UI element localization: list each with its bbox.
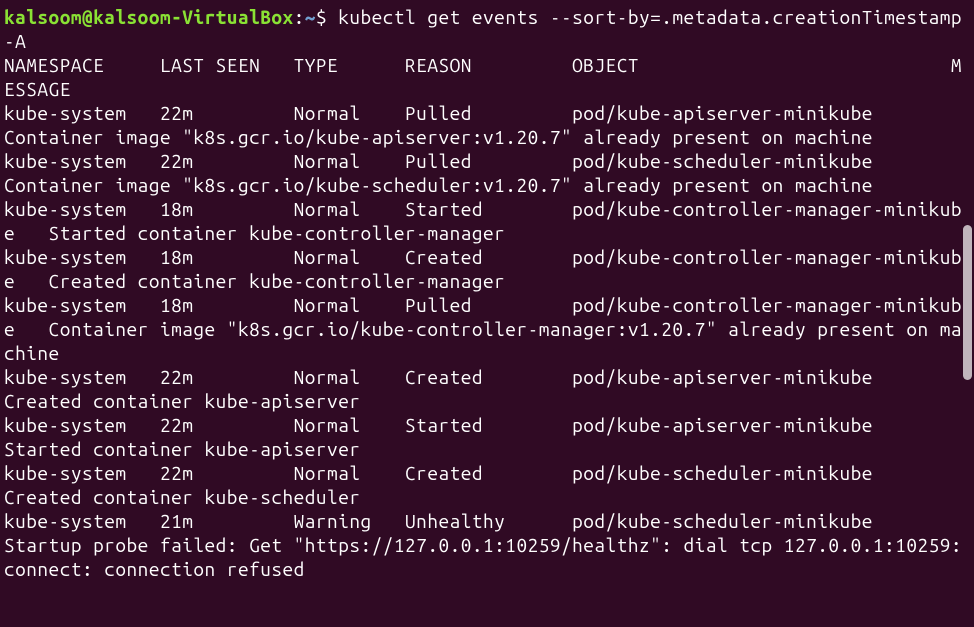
event-row: kube-system 18m Normal Started pod/kube-… bbox=[4, 198, 962, 244]
event-row: kube-system 22m Normal Created pod/kube-… bbox=[4, 462, 974, 508]
table-header: NAMESPACE LAST SEEN TYPE REASON OBJECT M… bbox=[4, 54, 962, 100]
event-row: kube-system 18m Normal Created pod/kube-… bbox=[4, 246, 962, 292]
scrollbar-thumb[interactable] bbox=[963, 225, 972, 380]
terminal-output[interactable]: kalsoom@kalsoom-VirtualBox:~$ kubectl ge… bbox=[4, 5, 970, 581]
prompt-path: ~ bbox=[305, 6, 316, 28]
prompt-host: kalsoom-VirtualBox bbox=[93, 6, 294, 28]
prompt-at: @ bbox=[82, 6, 93, 28]
event-row: kube-system 22m Normal Started pod/kube-… bbox=[4, 414, 974, 460]
event-row: kube-system 18m Normal Pulled pod/kube-c… bbox=[4, 294, 962, 364]
event-row: kube-system 22m Normal Pulled pod/kube-a… bbox=[4, 102, 974, 148]
prompt-colon: : bbox=[294, 6, 305, 28]
prompt-dollar: $ bbox=[316, 6, 327, 28]
prompt-user: kalsoom bbox=[4, 6, 82, 28]
event-row: kube-system 21m Warning Unhealthy pod/ku… bbox=[4, 510, 974, 580]
event-row: kube-system 22m Normal Created pod/kube-… bbox=[4, 366, 974, 412]
event-row: kube-system 22m Normal Pulled pod/kube-s… bbox=[4, 150, 974, 196]
